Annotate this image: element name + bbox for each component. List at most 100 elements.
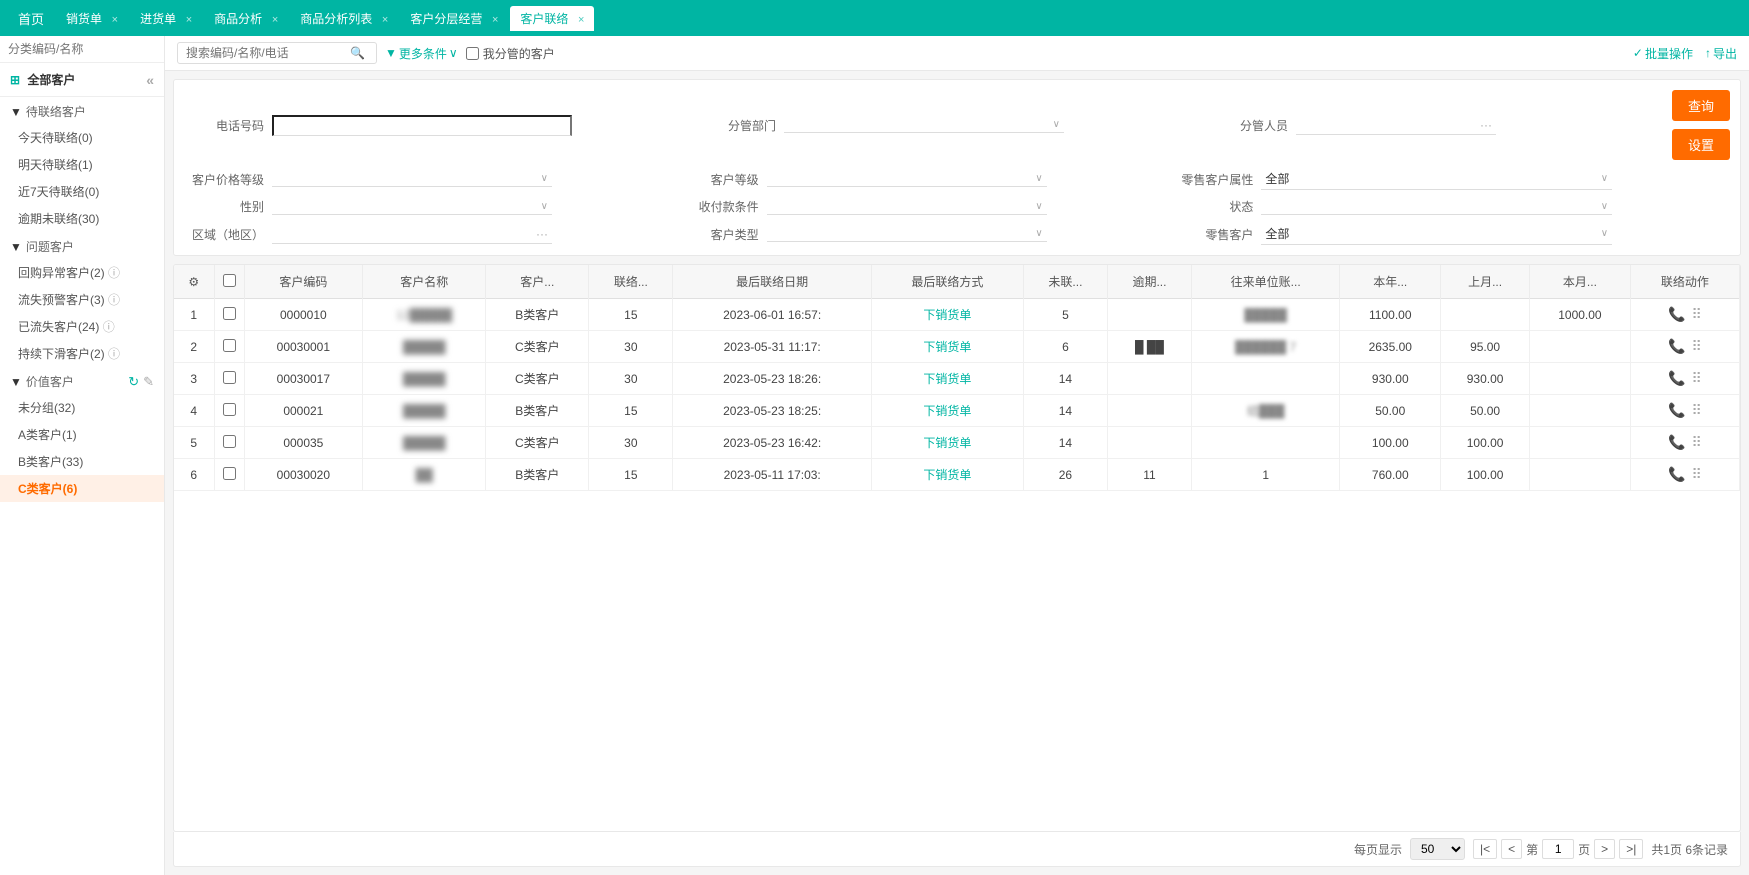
row-contact: 30 xyxy=(589,363,673,395)
row-this-month xyxy=(1530,363,1631,395)
row-checkbox[interactable] xyxy=(214,299,244,331)
row-checkbox[interactable] xyxy=(214,331,244,363)
more-action-icon[interactable]: ⠿ xyxy=(1691,402,1701,419)
settings-button[interactable]: 设置 xyxy=(1672,129,1730,160)
search-icon[interactable]: 🔍 xyxy=(350,46,365,60)
close-customer-segment-icon[interactable]: × xyxy=(492,14,498,26)
nav-product-list[interactable]: 商品分析列表 × xyxy=(290,6,398,31)
sidebar-item-lost[interactable]: 已流失客户(24) ⓘ xyxy=(0,313,164,340)
refresh-icon[interactable]: ↻ xyxy=(128,374,139,390)
sidebar-search-area: 🔍 xyxy=(0,36,164,63)
page-next-button[interactable]: > xyxy=(1594,839,1615,859)
page-number-input[interactable] xyxy=(1542,839,1574,859)
nav-home[interactable]: 首页 xyxy=(8,5,54,32)
th-settings[interactable]: ⚙ xyxy=(174,265,214,299)
batch-op-button[interactable]: ✓ 批量操作 xyxy=(1633,45,1693,62)
page-prev-button[interactable]: < xyxy=(1501,839,1522,859)
row-last-method[interactable]: 下销货单 xyxy=(871,459,1023,491)
sidebar-item-overdue[interactable]: 逾期未联络(30) xyxy=(0,205,164,232)
sidebar-item-warning[interactable]: 流失预警客户(3) ⓘ xyxy=(0,286,164,313)
filter-value-grade-col: 客户价格等级 ∨ xyxy=(184,171,623,188)
retail-customer-select[interactable]: 全部 ∨ xyxy=(1261,223,1612,245)
sidebar-item-7days[interactable]: 近7天待联络(0) xyxy=(0,178,164,205)
status-select[interactable]: ∨ xyxy=(1261,199,1612,215)
sidebar-item-today[interactable]: 今天待联络(0) xyxy=(0,124,164,151)
sidebar-item-b-class[interactable]: B类客户(33) xyxy=(0,448,164,475)
row-checkbox[interactable] xyxy=(214,363,244,395)
close-product-list-icon[interactable]: × xyxy=(382,14,388,26)
payment-select[interactable]: ∨ xyxy=(767,199,1047,215)
export-button[interactable]: ↑ 导出 xyxy=(1705,45,1737,62)
search-input[interactable] xyxy=(186,46,346,60)
th-checkbox[interactable] xyxy=(214,265,244,299)
th-name: 客户名称 xyxy=(363,265,486,299)
row-last-method[interactable]: 下销货单 xyxy=(871,363,1023,395)
row-type: C类客户 xyxy=(486,331,589,363)
sidebar-item-unclassified[interactable]: 未分组(32) xyxy=(0,394,164,421)
nav-purchase[interactable]: 进货单 × xyxy=(130,6,202,31)
more-action-icon[interactable]: ⠿ xyxy=(1691,306,1701,323)
phone-input[interactable] xyxy=(272,115,572,136)
row-checkbox[interactable] xyxy=(214,427,244,459)
row-last-method[interactable]: 下销货单 xyxy=(871,331,1023,363)
customer-grade-select[interactable]: ∨ xyxy=(767,171,1047,187)
person-select[interactable]: ··· xyxy=(1296,116,1496,135)
dept-select[interactable]: ∨ xyxy=(784,117,1064,133)
close-sales-icon[interactable]: × xyxy=(112,14,118,26)
my-customers-checkbox[interactable]: 我分管的客户 xyxy=(466,45,555,62)
row-code: 00030017 xyxy=(244,363,363,395)
close-customer-contact-icon[interactable]: × xyxy=(578,14,584,26)
row-last-method[interactable]: 下销货单 xyxy=(871,427,1023,459)
sidebar-item-tomorrow[interactable]: 明天待联络(1) xyxy=(0,151,164,178)
phone-action-icon[interactable]: 📞 xyxy=(1668,434,1685,451)
sidebar-search-input[interactable] xyxy=(8,42,163,56)
select-all-checkbox[interactable] xyxy=(223,274,236,287)
query-button[interactable]: 查询 xyxy=(1672,90,1730,121)
sidebar-all-customers[interactable]: ⊞ 全部客户 « xyxy=(0,63,164,97)
page-last-button[interactable]: >| xyxy=(1619,839,1643,859)
nav-customer-segment[interactable]: 客户分层经营 × xyxy=(400,6,508,31)
close-product-analysis-icon[interactable]: × xyxy=(272,14,278,26)
edit-icon[interactable]: ✎ xyxy=(143,374,154,390)
more-action-icon[interactable]: ⠿ xyxy=(1691,466,1701,483)
table-header-row: ⚙ 客户编码 客户名称 客户... 联络... 最后联络日期 最后联络方式 未联… xyxy=(174,265,1740,299)
close-purchase-icon[interactable]: × xyxy=(186,14,192,26)
nav-sales[interactable]: 销货单 × xyxy=(56,6,128,31)
value-grade-select[interactable]: ∨ xyxy=(272,171,552,187)
sidebar-section-problem: ▼ 问题客户 xyxy=(0,232,164,259)
more-action-icon[interactable]: ⠿ xyxy=(1691,370,1701,387)
page-size-select[interactable]: 50 100 xyxy=(1410,838,1465,860)
row-last-date: 2023-06-01 16:57: xyxy=(673,299,872,331)
retail-attr-select[interactable]: 全部 ∨ xyxy=(1261,168,1612,190)
sidebar-item-a-class[interactable]: A类客户(1) xyxy=(0,421,164,448)
gender-select[interactable]: ∨ xyxy=(272,199,552,215)
phone-action-icon[interactable]: 📞 xyxy=(1668,466,1685,483)
phone-action-icon[interactable]: 📞 xyxy=(1668,338,1685,355)
table-row: 6 00030020 ██ B类客户 15 2023-05-11 17:03: … xyxy=(174,459,1740,491)
row-last-method[interactable]: 下销货单 xyxy=(871,299,1023,331)
row-checkbox[interactable] xyxy=(214,459,244,491)
customer-type-select[interactable]: ∨ xyxy=(767,226,1047,242)
my-customers-check[interactable] xyxy=(466,47,479,60)
sidebar-collapse-icon[interactable]: « xyxy=(146,72,154,88)
more-action-icon[interactable]: ⠿ xyxy=(1691,434,1701,451)
sidebar-item-declining[interactable]: 持续下滑客户(2) ⓘ xyxy=(0,340,164,367)
page-first-button[interactable]: |< xyxy=(1473,839,1497,859)
row-year-amt: 760.00 xyxy=(1340,459,1441,491)
row-actions: 📞 ⠿ xyxy=(1630,363,1739,395)
sidebar-item-abnormal[interactable]: 回购异常客户(2) ⓘ xyxy=(0,259,164,286)
customer-type-label: 客户类型 xyxy=(679,226,759,243)
sidebar-item-c-class[interactable]: C类客户(6) xyxy=(0,475,164,502)
phone-action-icon[interactable]: 📞 xyxy=(1668,306,1685,323)
row-last-method[interactable]: 下销货单 xyxy=(871,395,1023,427)
more-action-icon[interactable]: ⠿ xyxy=(1691,338,1701,355)
nav-customer-contact[interactable]: 客户联络 × xyxy=(510,6,594,31)
phone-action-icon[interactable]: 📞 xyxy=(1668,402,1685,419)
region-select[interactable]: ··· xyxy=(272,225,552,244)
nav-product-analysis[interactable]: 商品分析 × xyxy=(204,6,288,31)
export-icon: ↑ xyxy=(1705,46,1711,60)
phone-action-icon[interactable]: 📞 xyxy=(1668,370,1685,387)
more-conditions-button[interactable]: ▼ 更多条件 ∨ xyxy=(385,45,458,62)
row-checkbox[interactable] xyxy=(214,395,244,427)
chevron-cg-icon: ∨ xyxy=(1035,173,1042,184)
